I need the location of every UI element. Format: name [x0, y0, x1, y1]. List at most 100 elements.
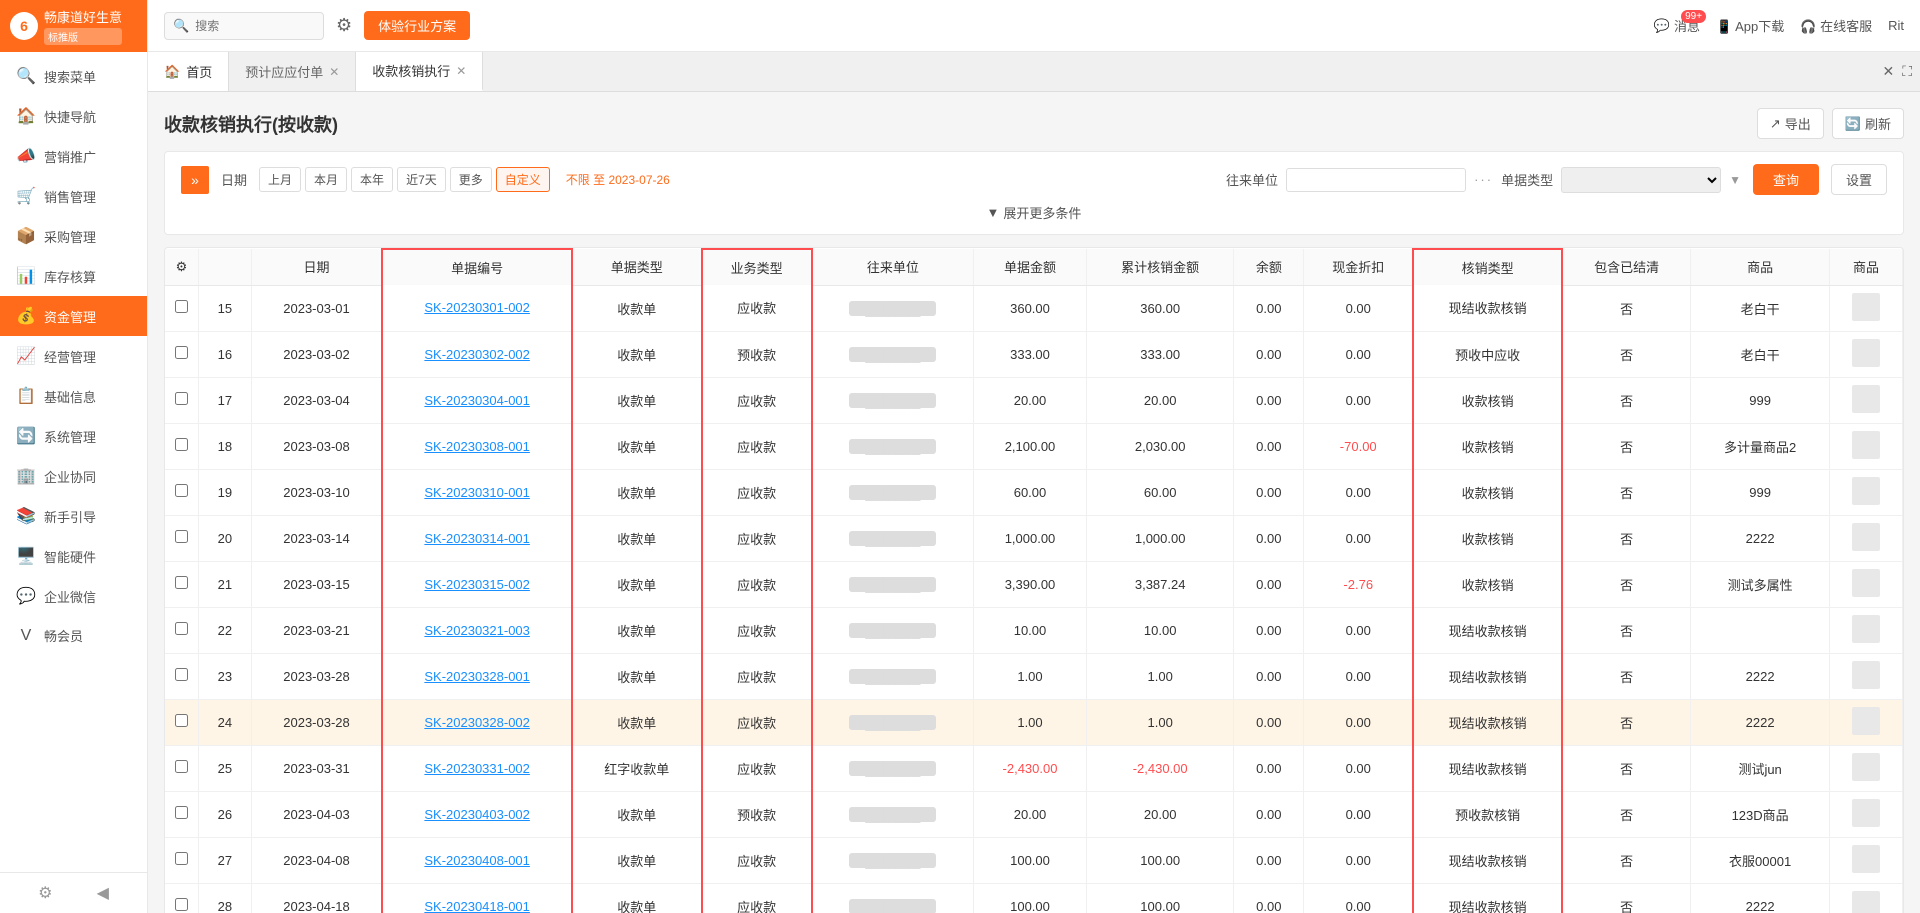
- tab-close-receivable[interactable]: ✕: [329, 65, 339, 79]
- row-date: 2023-03-14: [251, 515, 382, 561]
- row-checkbox[interactable]: [165, 837, 199, 883]
- row-biz-type: 预收款: [702, 331, 812, 377]
- row-voucher-type: 收款单: [572, 883, 701, 913]
- tab-maximize-button[interactable]: ⛶: [1902, 63, 1912, 80]
- last-month-button[interactable]: 上月: [259, 167, 301, 192]
- row-amount: 2,100.00: [974, 423, 1087, 469]
- tab-receivable[interactable]: 预计应应付单 ✕: [229, 52, 356, 91]
- row-amount: 1.00: [974, 699, 1087, 745]
- row-no: 28: [199, 883, 252, 913]
- row-voucher-no: SK-20230331-002: [382, 745, 572, 791]
- sidebar-item-basic[interactable]: 📋基础信息: [0, 376, 147, 416]
- page-content: 收款核销执行(按收款) ↗ 导出 🔄 刷新 » 日期 上月 本月: [148, 92, 1920, 913]
- row-amount: 1.00: [974, 653, 1087, 699]
- export-button[interactable]: ↗ 导出: [1757, 108, 1824, 139]
- sidebar-item-inventory[interactable]: 📊库存核算: [0, 256, 147, 296]
- sidebar-item-corp[interactable]: 🏢企业协同: [0, 456, 147, 496]
- query-button[interactable]: 查询: [1753, 164, 1819, 195]
- online-service-link[interactable]: 🎧 在线客服: [1800, 16, 1872, 35]
- row-no: 19: [199, 469, 252, 515]
- row-include-cleared: 否: [1562, 607, 1691, 653]
- row-checkbox[interactable]: [165, 699, 199, 745]
- app-download-link[interactable]: 📱 App下载: [1716, 16, 1784, 35]
- message-button[interactable]: 💬 消息 99+: [1654, 16, 1700, 35]
- row-voucher-no: SK-20230301-002: [382, 285, 572, 331]
- more-date-button[interactable]: 更多: [450, 167, 492, 192]
- sidebar-item-wechat[interactable]: 💬企业微信: [0, 576, 147, 616]
- voucher-type-select[interactable]: [1561, 167, 1721, 193]
- sidebar-item-guide[interactable]: 📚新手引导: [0, 496, 147, 536]
- filter-expand-button[interactable]: »: [181, 166, 209, 194]
- sidebar-item-marketing[interactable]: 📣营销推广: [0, 136, 147, 176]
- row-amount: 10.00: [974, 607, 1087, 653]
- row-checkbox[interactable]: [165, 791, 199, 837]
- tab-collection[interactable]: 收款核销执行 ✕: [356, 52, 483, 91]
- row-checkbox[interactable]: [165, 331, 199, 377]
- custom-date-button[interactable]: 自定义: [496, 167, 550, 192]
- row-cash-discount: 0.00: [1304, 791, 1413, 837]
- solution-button[interactable]: 体验行业方案: [364, 11, 470, 40]
- col-cash-discount: 现金折扣: [1304, 249, 1413, 285]
- row-no: 20: [199, 515, 252, 561]
- row-offset-type: 收款核销: [1413, 469, 1562, 515]
- row-product: 衣服00001: [1691, 837, 1830, 883]
- row-cash-discount: 0.00: [1304, 469, 1413, 515]
- row-amount: 1,000.00: [974, 515, 1087, 561]
- row-voucher-no: SK-20230302-002: [382, 331, 572, 377]
- this-month-button[interactable]: 本月: [305, 167, 347, 192]
- row-balance: 0.00: [1234, 607, 1304, 653]
- row-checkbox[interactable]: [165, 653, 199, 699]
- row-biz-type: 应收款: [702, 515, 812, 561]
- row-checkbox[interactable]: [165, 469, 199, 515]
- collapse-icon[interactable]: ◀: [97, 883, 109, 903]
- member-icon: V: [16, 627, 36, 645]
- row-offset-type: 收款核销: [1413, 515, 1562, 561]
- row-cash-discount: -2.76: [1304, 561, 1413, 607]
- row-checkbox[interactable]: [165, 377, 199, 423]
- row-offset-type: 收款核销: [1413, 561, 1562, 607]
- row-checkbox[interactable]: [165, 423, 199, 469]
- sidebar-item-system[interactable]: 🔄系统管理: [0, 416, 147, 456]
- tab-close-all-button[interactable]: ✕: [1882, 63, 1894, 80]
- row-checkbox[interactable]: [165, 883, 199, 913]
- sidebar-bottom[interactable]: ⚙ ◀: [0, 872, 147, 913]
- username-display[interactable]: Rit: [1888, 18, 1904, 33]
- settings-icon[interactable]: ⚙: [38, 883, 52, 903]
- sidebar-item-hardware[interactable]: 🖥️智能硬件: [0, 536, 147, 576]
- page-title-bar: 收款核销执行(按收款) ↗ 导出 🔄 刷新: [164, 108, 1904, 139]
- row-checkbox[interactable]: [165, 561, 199, 607]
- partner-more-icon[interactable]: ···: [1474, 172, 1493, 187]
- col-gear[interactable]: ⚙: [165, 249, 199, 285]
- row-partner: ██████: [812, 377, 974, 423]
- settings-button[interactable]: 设置: [1831, 164, 1887, 195]
- row-cash-discount: 0.00: [1304, 837, 1413, 883]
- tab-close-collection[interactable]: ✕: [456, 64, 466, 78]
- row-total-amount: 100.00: [1087, 837, 1234, 883]
- row-checkbox[interactable]: [165, 607, 199, 653]
- row-date: 2023-03-04: [251, 377, 382, 423]
- topbar-gear-icon[interactable]: ⚙: [336, 15, 352, 36]
- row-checkbox[interactable]: [165, 285, 199, 331]
- partner-input[interactable]: [1286, 168, 1466, 192]
- row-date: 2023-03-28: [251, 699, 382, 745]
- row-checkbox[interactable]: [165, 515, 199, 561]
- sidebar-item-operation[interactable]: 📈经营管理: [0, 336, 147, 376]
- search-input[interactable]: [195, 19, 295, 33]
- sidebar-item-quick-nav[interactable]: 🏠快捷导航: [0, 96, 147, 136]
- sidebar-item-finance[interactable]: 💰资金管理: [0, 296, 147, 336]
- sidebar-item-purchase[interactable]: 📦采购管理: [0, 216, 147, 256]
- sidebar-item-sales[interactable]: 🛒销售管理: [0, 176, 147, 216]
- last-7days-button[interactable]: 近7天: [397, 167, 446, 192]
- tab-home[interactable]: 🏠 首页: [148, 52, 229, 91]
- row-voucher-type: 红字收款单: [572, 745, 701, 791]
- sidebar-item-member[interactable]: V畅会员: [0, 616, 147, 655]
- row-total-amount: 3,387.24: [1087, 561, 1234, 607]
- row-no: 16: [199, 331, 252, 377]
- row-checkbox[interactable]: [165, 745, 199, 791]
- topbar-search-box[interactable]: 🔍: [164, 12, 324, 40]
- refresh-button[interactable]: 🔄 刷新: [1832, 108, 1904, 139]
- sidebar-item-search[interactable]: 🔍搜索菜单: [0, 56, 147, 96]
- expand-conditions-button[interactable]: ▼ 展开更多条件: [987, 203, 1082, 222]
- row-balance: 0.00: [1234, 561, 1304, 607]
- this-year-button[interactable]: 本年: [351, 167, 393, 192]
